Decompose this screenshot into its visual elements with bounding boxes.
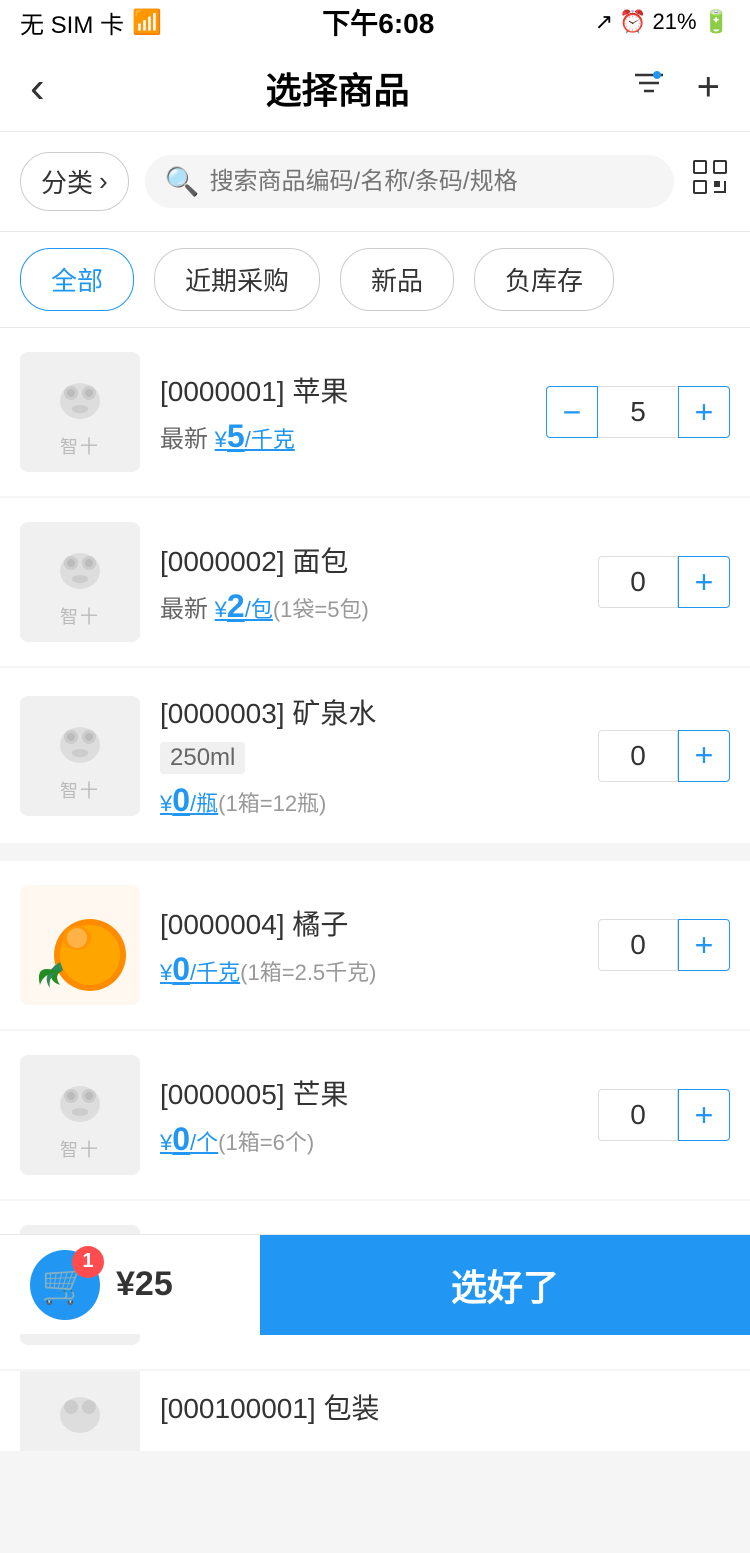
page-title: 选择商品	[266, 62, 410, 114]
cart-area: 🛒 1 ¥25	[0, 1250, 260, 1320]
product-info: [0000001] 苹果 最新 ¥5/千克	[160, 370, 526, 455]
quantity-input[interactable]	[598, 386, 678, 438]
category-arrow: ›	[99, 166, 108, 197]
product-image: 智十	[20, 522, 140, 642]
location-icon: ↗	[595, 9, 613, 35]
category-button[interactable]: 分类 ›	[20, 152, 129, 211]
product-name: [0000003] 矿泉水	[160, 692, 578, 732]
product-image	[20, 1371, 140, 1451]
product-price: ¥0/瓶(1箱=12瓶)	[160, 782, 578, 819]
product-list: 智十 [0000001] 苹果 最新 ¥5/千克 − +	[0, 328, 750, 1553]
tab-bar: 全部 近期采购 新品 负库存	[0, 232, 750, 328]
product-price: 最新 ¥2/包(1袋=5包)	[160, 588, 578, 625]
bottom-spacer	[0, 1453, 750, 1553]
list-item: 智十 [0000001] 苹果 最新 ¥5/千克 − +	[0, 328, 750, 496]
product-price: ¥0/个(1箱=6个)	[160, 1121, 578, 1158]
alarm-icon: ⏰	[619, 9, 646, 35]
filter-bar: 分类 › 🔍	[0, 132, 750, 232]
product-image: 智十	[20, 1055, 140, 1175]
status-time: 下午6:08	[322, 2, 434, 42]
cart-button[interactable]: 🛒 1	[30, 1250, 100, 1320]
confirm-button[interactable]: 选好了	[260, 1235, 750, 1335]
status-left: 无 SIM 卡 📶	[20, 5, 162, 40]
nav-bar: ‹ 选择商品 +	[0, 44, 750, 132]
status-right: ↗ ⏰ 21% 🔋	[595, 9, 730, 35]
bottom-bar: 🛒 1 ¥25 选好了	[0, 1234, 750, 1334]
cart-total: ¥25	[116, 1265, 173, 1304]
tab-all[interactable]: 全部	[20, 248, 134, 311]
tab-recent[interactable]: 近期采购	[154, 248, 320, 311]
placeholder-icon: 智十	[48, 1068, 112, 1162]
product-price: ¥0/千克(1箱=2.5千克)	[160, 951, 578, 988]
product-image: 智十	[20, 352, 140, 472]
quantity-input[interactable]	[598, 730, 678, 782]
quantity-minus[interactable]: −	[546, 386, 598, 438]
quantity-plus[interactable]: +	[678, 386, 730, 438]
quantity-plus[interactable]: +	[678, 1089, 730, 1141]
quantity-plus[interactable]: +	[678, 919, 730, 971]
scan-icon[interactable]	[690, 157, 730, 207]
product-info: [0000005] 芒果 ¥0/个(1箱=6个)	[160, 1073, 578, 1158]
product-name: [0000005] 芒果	[160, 1073, 578, 1113]
category-label: 分类	[41, 163, 93, 200]
product-image: 智十	[20, 696, 140, 816]
product-info: [0000004] 橘子 ¥0/千克(1箱=2.5千克)	[160, 903, 578, 988]
product-name: [0000004] 橘子	[160, 903, 578, 943]
add-icon[interactable]: +	[697, 65, 720, 110]
search-icon: 🔍	[165, 165, 200, 198]
battery-level: 21%	[653, 9, 697, 35]
product-info: [0000002] 面包 最新 ¥2/包(1袋=5包)	[160, 540, 578, 625]
tab-new[interactable]: 新品	[340, 248, 454, 311]
list-item: [0000004] 橘子 ¥0/千克(1箱=2.5千克) +	[0, 861, 750, 1029]
product-name: [000100001] 包装	[160, 1387, 730, 1427]
product-name: [0000001] 苹果	[160, 370, 526, 410]
placeholder-icon	[48, 1379, 112, 1443]
tab-negative[interactable]: 负库存	[474, 248, 614, 311]
product-price: 最新 ¥5/千克	[160, 418, 526, 455]
product-image	[20, 885, 140, 1005]
quantity-control: − +	[546, 386, 730, 438]
filter-icon[interactable]	[631, 65, 667, 111]
quantity-control: +	[598, 556, 730, 608]
sim-status: 无 SIM 卡	[20, 5, 124, 40]
list-item: 智十 [0000005] 芒果 ¥0/个(1箱=6个) +	[0, 1031, 750, 1199]
product-info: [0000003] 矿泉水 250ml ¥0/瓶(1箱=12瓶)	[160, 692, 578, 819]
quantity-control: +	[598, 919, 730, 971]
list-item: 智十 [0000002] 面包 最新 ¥2/包(1袋=5包) +	[0, 498, 750, 666]
product-info: [000100001] 包装	[160, 1387, 730, 1435]
quantity-control: +	[598, 730, 730, 782]
back-button[interactable]: ‹	[30, 63, 45, 113]
quantity-input[interactable]	[598, 919, 678, 971]
quantity-input[interactable]	[598, 556, 678, 608]
battery-icon: 🔋	[703, 9, 730, 35]
list-item: 智十 [0000003] 矿泉水 250ml ¥0/瓶(1箱=12瓶) +	[0, 668, 750, 843]
search-input[interactable]	[210, 168, 654, 196]
product-spec: 250ml	[160, 742, 245, 774]
cart-badge: 1	[72, 1246, 104, 1278]
search-box: 🔍	[145, 155, 674, 208]
status-bar: 无 SIM 卡 📶 下午6:08 ↗ ⏰ 21% 🔋	[0, 0, 750, 44]
quantity-input[interactable]	[598, 1089, 678, 1141]
placeholder-icon: 智十	[48, 709, 112, 803]
list-item: [000100001] 包装	[0, 1371, 750, 1451]
quantity-plus[interactable]: +	[678, 556, 730, 608]
quantity-control: +	[598, 1089, 730, 1141]
section-divider	[0, 845, 750, 861]
placeholder-icon: 智十	[48, 365, 112, 459]
placeholder-icon: 智十	[48, 535, 112, 629]
quantity-plus[interactable]: +	[678, 730, 730, 782]
product-name: [0000002] 面包	[160, 540, 578, 580]
nav-icons: +	[631, 65, 720, 111]
wifi-icon: 📶	[132, 8, 162, 37]
